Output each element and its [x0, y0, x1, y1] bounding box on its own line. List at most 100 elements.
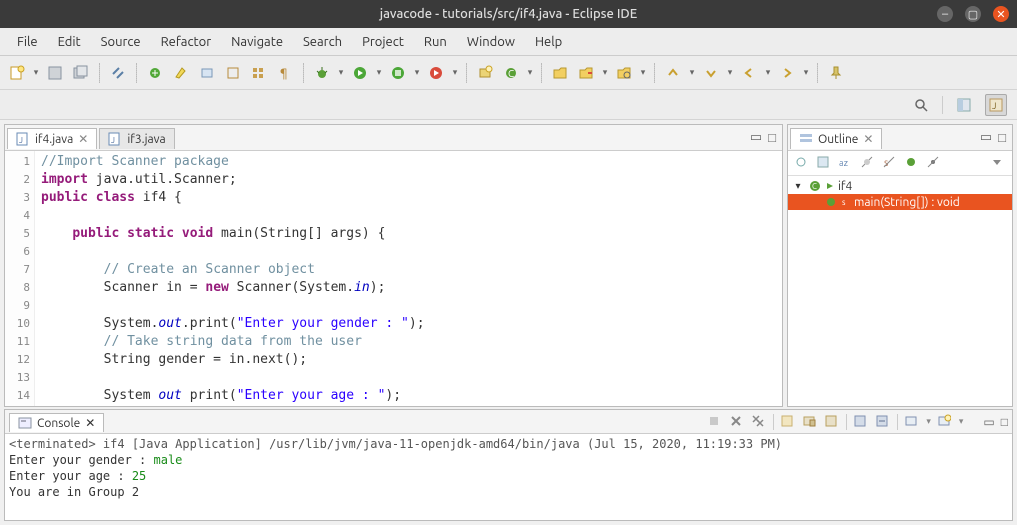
code-line[interactable]: public static void main(String[] args) { — [41, 225, 776, 243]
focus-icon[interactable] — [794, 155, 810, 171]
code-line[interactable]: //Import Scanner package — [41, 153, 776, 171]
editor-body[interactable]: 1234567891011121314 //Import Scanner pac… — [5, 151, 782, 406]
code-line[interactable]: import java.util.Scanner; — [41, 171, 776, 189]
debug-icon[interactable] — [144, 62, 166, 84]
external-tools-icon[interactable] — [425, 62, 447, 84]
view-menu-icon[interactable] — [990, 155, 1006, 171]
pin-console-icon[interactable] — [853, 414, 869, 430]
show-on-output-icon[interactable] — [824, 414, 840, 430]
hide-fields-icon[interactable] — [860, 155, 876, 171]
paragraph-icon[interactable]: ¶ — [274, 62, 296, 84]
whitespace-icon[interactable] — [248, 62, 270, 84]
code-line[interactable] — [41, 243, 776, 261]
open-task-icon[interactable] — [575, 62, 597, 84]
new-console-icon[interactable] — [937, 414, 953, 430]
java-perspective-icon[interactable]: J — [985, 94, 1007, 116]
code-line[interactable]: public class if4 { — [41, 189, 776, 207]
menu-refactor[interactable]: Refactor — [152, 32, 221, 52]
hide-local-icon[interactable] — [926, 155, 942, 171]
tab-outline[interactable]: Outline ✕ — [790, 128, 882, 149]
az-icon[interactable]: aᴢ — [838, 155, 854, 171]
bug-icon[interactable] — [311, 62, 333, 84]
menu-help[interactable]: Help — [526, 32, 571, 52]
annotation-icon[interactable] — [196, 62, 218, 84]
open-type-icon[interactable] — [549, 62, 571, 84]
prev-annotation-icon[interactable] — [662, 62, 684, 84]
outline-class-row[interactable]: ▾ C if4 — [788, 178, 1012, 194]
scroll-lock-icon[interactable] — [802, 414, 818, 430]
outline-method-row[interactable]: s main(String[]) : void — [788, 194, 1012, 210]
new-dropdown[interactable]: ▾ — [32, 67, 40, 78]
remove-all-icon[interactable] — [751, 414, 767, 430]
new-console-dropdown[interactable]: ▾ — [959, 416, 964, 427]
menu-project[interactable]: Project — [353, 32, 413, 52]
console-dropdown-icon[interactable]: ▾ — [926, 416, 931, 427]
code-line[interactable]: System.out.print("Enter your gender : ")… — [41, 315, 776, 333]
pin-icon[interactable] — [825, 62, 847, 84]
save-icon[interactable] — [44, 62, 66, 84]
code-line[interactable] — [41, 297, 776, 315]
close-console-icon[interactable]: ✕ — [85, 416, 95, 430]
minimize-pane-icon[interactable]: ▭ — [750, 130, 762, 145]
code-line[interactable] — [41, 207, 776, 225]
menu-search[interactable]: Search — [294, 32, 351, 52]
new-class-dropdown[interactable]: ▾ — [526, 67, 534, 78]
maximize-console-icon[interactable]: □ — [1001, 415, 1008, 429]
new-package-icon[interactable] — [474, 62, 496, 84]
highlight-icon[interactable] — [170, 62, 192, 84]
hide-nonpublic-icon[interactable] — [904, 155, 920, 171]
block-icon[interactable] — [222, 62, 244, 84]
back-dropdown[interactable]: ▾ — [764, 67, 772, 78]
terminate-relaunch-icon[interactable] — [707, 414, 723, 430]
code-area[interactable]: //Import Scanner packageimport java.util… — [35, 151, 782, 406]
remove-icon[interactable] — [729, 414, 745, 430]
console-body[interactable]: <terminated> if4 [Java Application] /usr… — [5, 434, 1012, 520]
minimize-pane-icon[interactable]: ▭ — [980, 130, 992, 145]
close-tab-icon[interactable]: ✕ — [78, 132, 88, 146]
next-annotation-icon[interactable] — [700, 62, 722, 84]
new-icon[interactable] — [6, 62, 28, 84]
link-icon[interactable] — [107, 62, 129, 84]
open-task-dropdown[interactable]: ▾ — [601, 67, 609, 78]
code-line[interactable]: // Create an Scanner object — [41, 261, 776, 279]
search-icon[interactable] — [910, 94, 932, 116]
minimize-console-icon[interactable]: ▭ — [983, 415, 994, 429]
code-line[interactable]: String gender = in.next(); — [41, 351, 776, 369]
menu-navigate[interactable]: Navigate — [222, 32, 292, 52]
new-class-icon[interactable]: C — [500, 62, 522, 84]
tab-if3[interactable]: J if3.java — [99, 128, 174, 149]
maximize-pane-icon[interactable]: □ — [998, 130, 1006, 145]
next-annotation-dropdown[interactable]: ▾ — [726, 67, 734, 78]
expand-toggle-icon[interactable]: ▾ — [792, 180, 804, 192]
code-line[interactable]: System out print("Enter your age : "); — [41, 387, 776, 405]
run-icon[interactable] — [349, 62, 371, 84]
menu-file[interactable]: File — [8, 32, 47, 52]
save-all-icon[interactable] — [70, 62, 92, 84]
forward-icon[interactable] — [776, 62, 798, 84]
code-line[interactable] — [41, 369, 776, 387]
tab-if4[interactable]: J if4.java ✕ — [7, 128, 97, 149]
coverage-icon[interactable] — [387, 62, 409, 84]
menu-source[interactable]: Source — [92, 32, 150, 52]
forward-dropdown[interactable]: ▾ — [802, 67, 810, 78]
tab-console[interactable]: Console ✕ — [9, 413, 104, 432]
prev-annotation-dropdown[interactable]: ▾ — [688, 67, 696, 78]
debug-dropdown[interactable]: ▾ — [337, 67, 345, 78]
minimize-button[interactable]: ‒ — [937, 6, 953, 22]
close-outline-icon[interactable]: ✕ — [863, 132, 873, 146]
code-line[interactable]: // Take string data from the user — [41, 333, 776, 351]
back-icon[interactable] — [738, 62, 760, 84]
hide-static-icon[interactable]: s — [882, 155, 898, 171]
run-dropdown[interactable]: ▾ — [375, 67, 383, 78]
menu-edit[interactable]: Edit — [49, 32, 90, 52]
external-dropdown[interactable]: ▾ — [451, 67, 459, 78]
sort-icon[interactable] — [816, 155, 832, 171]
maximize-button[interactable]: ▢ — [965, 6, 981, 22]
code-line[interactable]: Scanner in = new Scanner(System.in); — [41, 279, 776, 297]
display-selected-icon[interactable] — [875, 414, 891, 430]
clear-console-icon[interactable] — [780, 414, 796, 430]
menu-window[interactable]: Window — [458, 32, 524, 52]
close-button[interactable]: ✕ — [993, 6, 1009, 22]
open-perspective-icon[interactable] — [953, 94, 975, 116]
coverage-dropdown[interactable]: ▾ — [413, 67, 421, 78]
